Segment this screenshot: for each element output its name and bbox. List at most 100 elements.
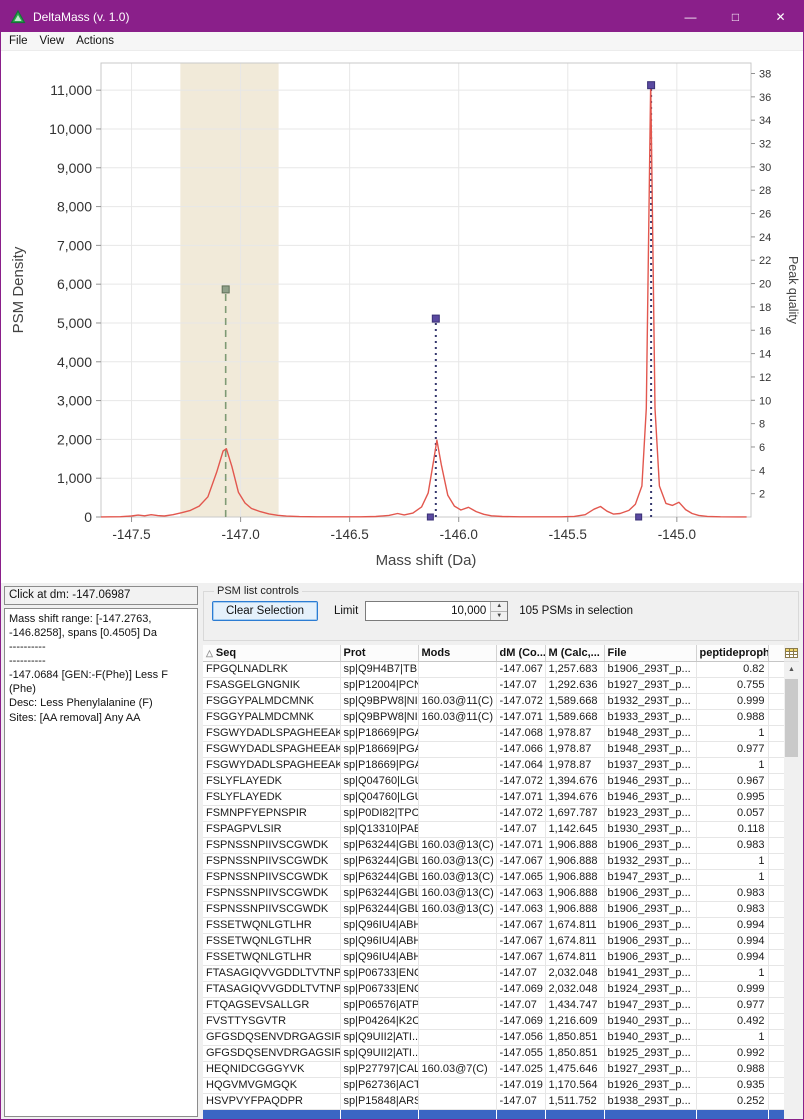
table-cell: FSGWYDADLSPAGHEEAK <box>203 741 341 758</box>
table-row[interactable]: FSPNSSNPIIVSCGWDKsp|P63244|GBL...160.03@… <box>203 853 784 870</box>
table-row[interactable]: FSLYFLAYEDKsp|Q04760|LGU... -147.0721,394… <box>203 773 784 790</box>
svg-text:16: 16 <box>759 325 771 337</box>
table-row[interactable]: GFGSDQSENVDRGAGSIR sp|Q9UII2|ATI... -147.0… <box>203 1045 784 1062</box>
table-cell <box>768 1110 784 1120</box>
table-row[interactable]: FSMNPFYEPNSPIRsp|P0DI82|TPC... -147.0721,… <box>203 805 784 822</box>
column-header-mcalc[interactable]: M (Calc,... <box>545 645 605 662</box>
table-cell: b1906_293T_p... <box>604 917 697 934</box>
table-row[interactable]: FTASAGIQVVGDDLTVTNPKsp|P06733|ENO... -147… <box>203 965 784 982</box>
peak-marker[interactable] <box>647 81 656 90</box>
table-cell: FTQAGSEVSALLGR <box>203 997 341 1014</box>
table-row[interactable]: FSPNSSNPIIVSCGWDKsp|P63244|GBL...160.03@… <box>203 885 784 902</box>
table-cell: -147.056 <box>496 1029 546 1046</box>
menu-item-actions[interactable]: Actions <box>70 33 120 49</box>
table-row[interactable]: FSGGYPALMDCMNKsp|Q9BPW8|NI...160.03@11(C… <box>203 709 784 726</box>
maximize-button[interactable]: □ <box>713 1 758 32</box>
svg-text:-146.5: -146.5 <box>331 527 369 542</box>
table-cell <box>768 1093 784 1110</box>
table-cell: b1923_293T_p... <box>604 805 697 822</box>
table-cell: sp|Q96IU4|ABH... <box>340 949 419 966</box>
table-row[interactable]: HQGVMVGMGQKsp|P62736|ACT... -147.0191,170… <box>203 1077 784 1094</box>
column-header-seq[interactable]: △ Seq <box>203 645 341 662</box>
column-header-dmco[interactable]: dM (Co... <box>496 645 546 662</box>
table-row[interactable]: FSGGYPALMDCMNKsp|Q9BPW8|NI...160.03@11(C… <box>203 693 784 710</box>
baseline-peak-marker[interactable] <box>635 513 643 521</box>
table-row[interactable]: FSPAGPVLSIRsp|Q13310|PAB... -147.071,142.… <box>203 821 784 838</box>
table-cell: b1946_293T_p... <box>604 789 697 806</box>
chart-panel: -147.5 -147.0 -146.5 -146.0 -145.5 -145.0 0 1,0… <box>1 51 803 583</box>
peak-marker[interactable] <box>431 314 440 323</box>
table-cell <box>768 885 784 902</box>
table-row[interactable]: FSGWYDADLSPAGHEEAKsp|P18669|PGA... -147.0… <box>203 757 784 774</box>
table-cell: -147.055 <box>496 1045 546 1062</box>
table-cell <box>768 677 784 694</box>
table-row[interactable]: FSGWYDADLSPAGHEEAKsp|P18669|PGA... -147.0… <box>203 741 784 758</box>
peak-marker[interactable] <box>221 285 230 294</box>
table-cell <box>768 725 784 742</box>
psm-list-panel: PSM list controls Clear Selection Limit … <box>200 583 802 1119</box>
table-cell: -147.025 <box>496 1061 546 1078</box>
table-cell: sp|P63244|GBL... <box>340 837 419 854</box>
table-row[interactable]: FSSETWQNLGTLHRsp|Q96IU4|ABH... -147.0671,… <box>203 917 784 934</box>
table-cell <box>768 869 784 886</box>
svg-text:0: 0 <box>84 509 92 525</box>
info-line: Mass shift range: [-147.2763, -146.8258]… <box>9 613 157 640</box>
menu-item-file[interactable]: File <box>3 33 34 49</box>
table-cell: b1937_293T_p... <box>604 757 697 774</box>
table-row[interactable]: HSVPVYFPAQDPRsp|P15848|ARS... -147.071,51… <box>203 1093 784 1110</box>
scroll-thumb[interactable] <box>785 679 798 757</box>
spinner-up-icon[interactable]: ▲ <box>491 602 508 612</box>
table-cell <box>418 789 497 806</box>
limit-value[interactable]: 10,000 <box>366 602 490 620</box>
table-row[interactable]: FSPNSSNPIIVSCGWDKsp|P63244|GBL...160.03@… <box>203 837 784 854</box>
table-cell: b1940_293T_p... <box>604 1013 697 1030</box>
table-cell <box>768 1077 784 1094</box>
table-row[interactable]: FSSETWQNLGTLHRsp|Q96IU4|ABH... -147.0671,… <box>203 949 784 966</box>
table-cell <box>768 805 784 822</box>
table-cell: -147.067 <box>496 661 546 678</box>
column-header-filler <box>768 645 784 662</box>
column-header-mods[interactable]: Mods <box>418 645 497 662</box>
table-cell: 1,589.668 <box>545 693 605 710</box>
column-header-file[interactable]: File <box>604 645 697 662</box>
column-header-peptideproph[interactable]: peptideproph... <box>696 645 769 662</box>
baseline-peak-marker[interactable] <box>426 513 434 521</box>
table-cell: sp|P63244|GBL... <box>340 885 419 902</box>
table-row[interactable]: FVSTTYSGVTRsp|P04264|K2C... -147.0691,216… <box>203 1013 784 1030</box>
table-cell: b1947_293T_p... <box>604 869 697 886</box>
spinner-down-icon[interactable]: ▼ <box>491 611 508 620</box>
table-row[interactable]: FSPNSSNPIIVSCGWDKsp|P63244|GBL...160.03@… <box>203 869 784 886</box>
table-row[interactable]: FSLYFLAYEDKsp|Q04760|LGU... -147.0711,394… <box>203 789 784 806</box>
mass-shift-chart[interactable]: -147.5 -147.0 -146.5 -146.0 -145.5 -145.0 0 1,0… <box>1 51 803 583</box>
table-cell: sp|P62736|ACT... <box>340 1077 419 1094</box>
scroll-up-button[interactable]: ▲ <box>784 662 799 677</box>
table-cell: -147.072 <box>496 693 546 710</box>
table-row[interactable]: FSSETWQNLGTLHRsp|Q96IU4|ABH... -147.0671,… <box>203 933 784 950</box>
table-row[interactable]: FPGQLNADLRKsp|Q9H4B7|TBB... -147.0671,257… <box>203 661 784 678</box>
table-row[interactable]: HEQNIDCGGGYVKsp|P27797|CAL...160.03@7(C)… <box>203 1061 784 1078</box>
table-cell: -147.064 <box>496 757 546 774</box>
table-row[interactable]: FSASGELGNGNIKsp|P12004|PCN... -147.071,29… <box>203 677 784 694</box>
table-cell: 1,475.646 <box>545 1061 605 1078</box>
vertical-scrollbar[interactable]: ▲ <box>784 645 799 1119</box>
table-cell: sp|Q96IU4|ABH... <box>340 917 419 934</box>
menu-item-view[interactable]: View <box>34 33 71 49</box>
table-cell: sp|P0DI82|TPC... <box>340 805 419 822</box>
table-row[interactable]: FTASAGIQVVGDDLTVTNPKsp|P06733|ENO... -147… <box>203 981 784 998</box>
selected-table-row[interactable] <box>203 1109 784 1120</box>
table-row[interactable]: FTQAGSEVSALLGRsp|P06576|ATP... -147.071,4… <box>203 997 784 1014</box>
clear-selection-button[interactable]: Clear Selection <box>212 601 318 621</box>
column-header-prot[interactable]: Prot <box>340 645 419 662</box>
close-button[interactable]: ✕ <box>758 1 803 32</box>
table-row[interactable]: FSPNSSNPIIVSCGWDKsp|P63244|GBL...160.03@… <box>203 901 784 918</box>
controls-row: Clear Selection Limit 10,000 ▲ ▼ 105 PSM… <box>212 601 790 621</box>
minimize-button[interactable]: — <box>668 1 713 32</box>
table-cell: 1,906.888 <box>545 869 605 886</box>
table-cell: b1906_293T_p... <box>604 933 697 950</box>
table-cell: -147.068 <box>496 725 546 742</box>
table-row[interactable]: FSGWYDADLSPAGHEEAKsp|P18669|PGA... -147.0… <box>203 725 784 742</box>
table-row[interactable]: GFGSDQSENVDRGAGSIR sp|Q9UII2|ATI... -147.0… <box>203 1029 784 1046</box>
table-cell: 0.994 <box>696 949 769 966</box>
limit-spinner[interactable]: 10,000 ▲ ▼ <box>365 601 509 621</box>
column-control-button[interactable] <box>784 645 799 662</box>
